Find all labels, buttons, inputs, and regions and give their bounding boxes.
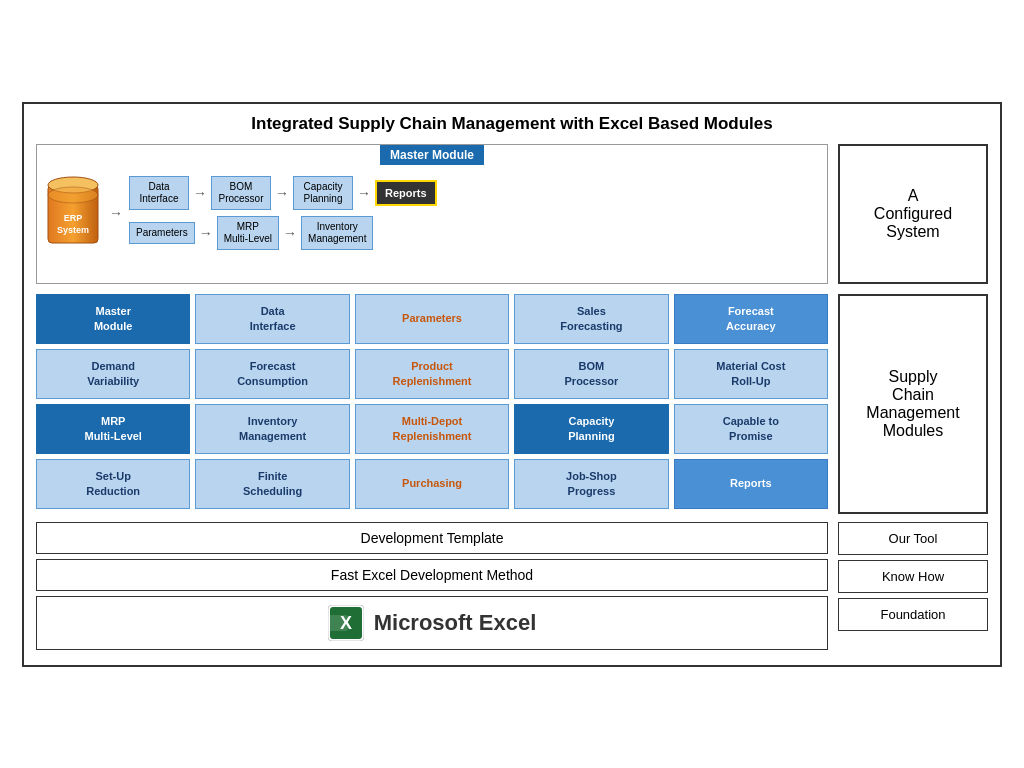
module-sales-forecasting[interactable]: SalesForecasting — [514, 294, 668, 344]
master-module-label: Master Module — [380, 145, 484, 165]
flow-row-top: DataInterface → BOMProcessor → CapacityP… — [129, 176, 458, 210]
reports-box: Reports — [375, 180, 437, 206]
diagram-row: Master Module — [36, 144, 988, 284]
bottom-section: Development Template Fast Excel Developm… — [36, 522, 988, 650]
grid-row-3: MRPMulti-Level InventoryManagement Multi… — [36, 404, 828, 454]
module-master-module[interactable]: MasterModule — [36, 294, 190, 344]
module-job-shop-progress[interactable]: Job-ShopProgress — [514, 459, 668, 509]
module-purchasing[interactable]: Purchasing — [355, 459, 509, 509]
capacity-planning-box: CapacityPlanning — [293, 176, 353, 210]
module-reports[interactable]: Reports — [674, 459, 828, 509]
arrow-1: → — [193, 185, 207, 201]
microsoft-excel-bar: X Microsoft Excel — [36, 596, 828, 650]
module-forecast-consumption[interactable]: ForecastConsumption — [195, 349, 349, 399]
inventory-box: InventoryManagement — [301, 216, 373, 250]
module-material-cost-rollup[interactable]: Material CostRoll-Up — [674, 349, 828, 399]
module-demand-variability[interactable]: DemandVariability — [36, 349, 190, 399]
module-bom-processor[interactable]: BOMProcessor — [514, 349, 668, 399]
module-capable-to-promise[interactable]: Capable toPromise — [674, 404, 828, 454]
main-container: Integrated Supply Chain Management with … — [22, 102, 1002, 667]
excel-icon: X — [328, 605, 364, 641]
microsoft-excel-label: Microsoft Excel — [374, 610, 537, 636]
modules-grid: MasterModule DataInterface Parameters Sa… — [36, 294, 828, 514]
grid-row-1: MasterModule DataInterface Parameters Sa… — [36, 294, 828, 344]
module-product-replenishment[interactable]: ProductReplenishment — [355, 349, 509, 399]
arrow-4: → — [199, 225, 213, 241]
module-data-interface[interactable]: DataInterface — [195, 294, 349, 344]
flow-row-bottom: Parameters → MRPMulti-Level → InventoryM… — [129, 216, 458, 250]
module-mrp-multi-level[interactable]: MRPMulti-Level — [36, 404, 190, 454]
svg-text:ERP: ERP — [64, 213, 83, 223]
svg-text:System: System — [57, 225, 89, 235]
module-multi-depot[interactable]: Multi-DepotReplenishment — [355, 404, 509, 454]
bom-processor-box: BOMProcessor — [211, 176, 271, 210]
flow-connector: DataInterface → BOMProcessor → CapacityP… — [129, 176, 458, 250]
arrow-3: → — [357, 185, 371, 201]
grid-row-2: DemandVariability ForecastConsumption Pr… — [36, 349, 828, 399]
grid-row-4: Set-UpReduction FiniteScheduling Purchas… — [36, 459, 828, 509]
development-template-bar: Development Template — [36, 522, 828, 554]
svg-rect-8 — [328, 615, 348, 631]
arrow-5: → — [283, 225, 297, 241]
diagram-panel: Master Module — [36, 144, 828, 284]
our-tool-label: Our Tool — [838, 522, 988, 555]
modules-row: MasterModule DataInterface Parameters Sa… — [36, 294, 988, 514]
foundation-label: Foundation — [838, 598, 988, 631]
know-how-label: Know How — [838, 560, 988, 593]
module-capacity-planning[interactable]: CapacityPlanning — [514, 404, 668, 454]
configured-system: A Configured System — [838, 144, 988, 284]
module-parameters[interactable]: Parameters — [355, 294, 509, 344]
module-forecast-accuracy[interactable]: ForecastAccuracy — [674, 294, 828, 344]
fast-excel-bar: Fast Excel Development Method — [36, 559, 828, 591]
module-inventory-management[interactable]: InventoryManagement — [195, 404, 349, 454]
page-title: Integrated Supply Chain Management with … — [36, 114, 988, 134]
arrow-erp: → — [109, 205, 123, 221]
module-setup-reduction[interactable]: Set-UpReduction — [36, 459, 190, 509]
svg-point-2 — [48, 187, 98, 203]
scm-label: Supply Chain Management Modules — [838, 294, 988, 514]
data-interface-box: DataInterface — [129, 176, 189, 210]
parameters-box: Parameters — [129, 222, 195, 244]
erp-system: ERP System — [43, 173, 103, 253]
module-finite-scheduling[interactable]: FiniteScheduling — [195, 459, 349, 509]
diagram-content: ERP System → DataInterface → BOMProcesso… — [43, 173, 821, 253]
mrp-box: MRPMulti-Level — [217, 216, 279, 250]
bottom-right: Our Tool Know How Foundation — [838, 522, 988, 650]
arrow-2: → — [275, 185, 289, 201]
bottom-left: Development Template Fast Excel Developm… — [36, 522, 828, 650]
